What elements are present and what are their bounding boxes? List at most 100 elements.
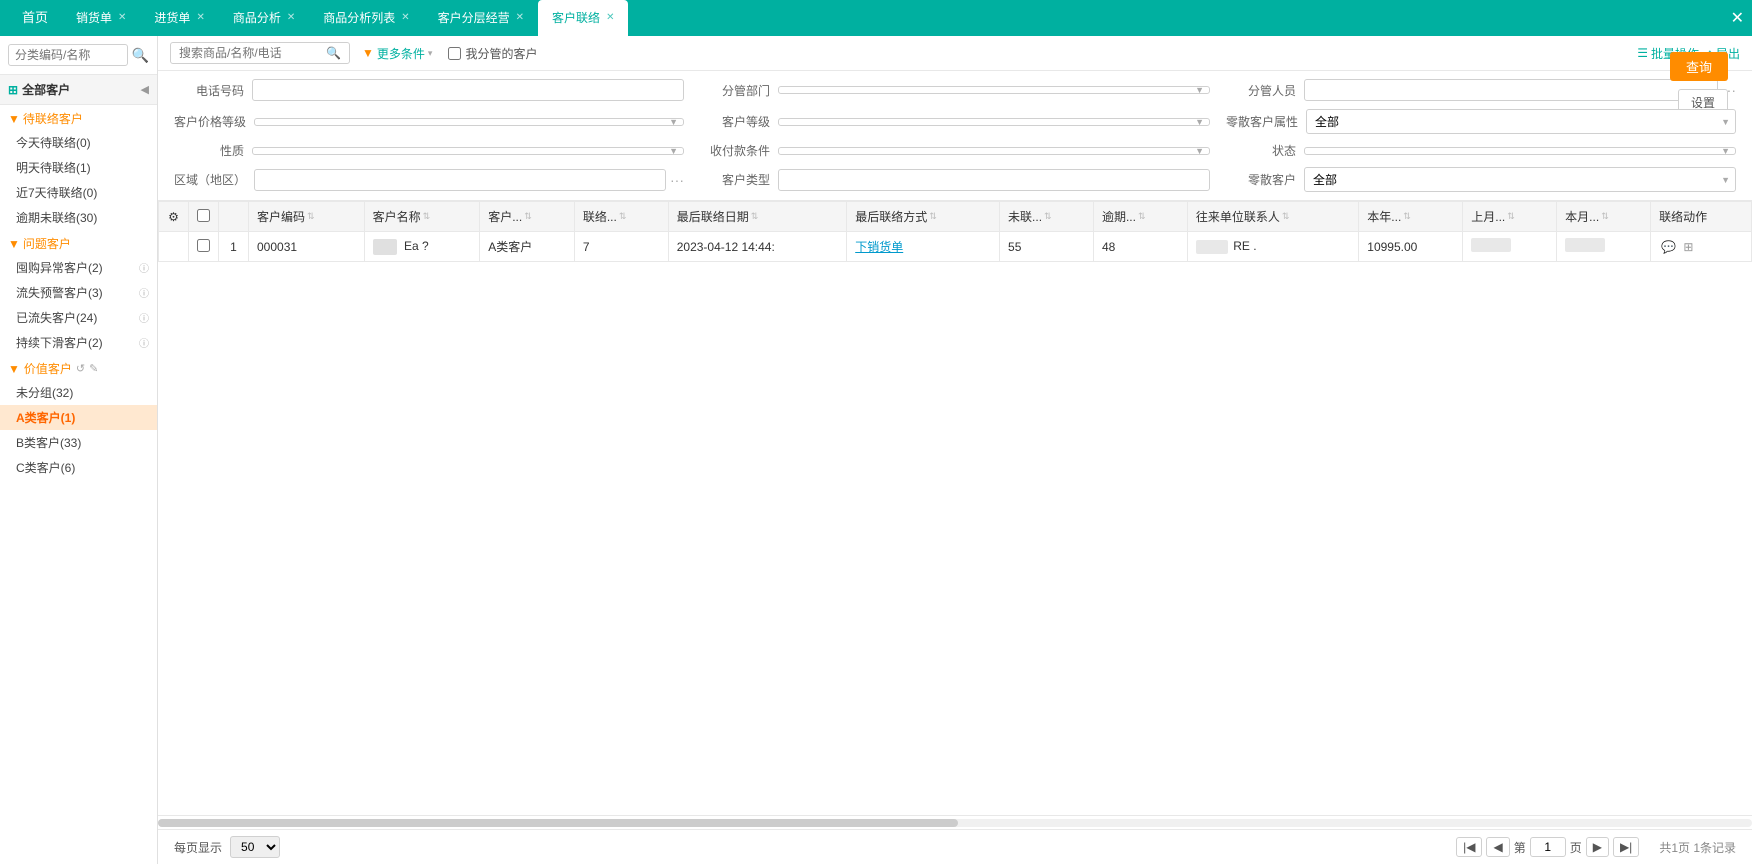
close-icon[interactable]: ✕ bbox=[401, 0, 409, 36]
query-button[interactable]: 查询 bbox=[1670, 52, 1728, 81]
sidebar-item-declining[interactable]: 持续下滑客户(2) ⓘ bbox=[0, 330, 157, 355]
payment-select[interactable] bbox=[778, 147, 1210, 155]
th-last-month[interactable]: 上月...⇅ bbox=[1463, 202, 1557, 232]
nature-label: 性质 bbox=[174, 142, 244, 159]
window-close-button[interactable]: ✕ bbox=[1731, 8, 1744, 28]
th-this-year[interactable]: 本年...⇅ bbox=[1359, 202, 1463, 232]
payment-label: 收付款条件 bbox=[700, 142, 770, 159]
th-this-month[interactable]: 本月...⇅ bbox=[1557, 202, 1651, 232]
sidebar-item-churned[interactable]: 已流失客户(24) ⓘ bbox=[0, 305, 157, 330]
nav-tab-sales[interactable]: 销货单 ✕ bbox=[62, 0, 140, 36]
sidebar-item-today[interactable]: 今天待联络(0) bbox=[0, 130, 157, 155]
status-select[interactable] bbox=[1304, 147, 1736, 155]
sidebar-item-7days[interactable]: 近7天待联络(0) bbox=[0, 180, 157, 205]
sidebar-collapse-icon[interactable]: ◀ bbox=[141, 83, 149, 96]
th-level[interactable]: 客户...⇅ bbox=[480, 202, 575, 232]
close-icon[interactable]: ✕ bbox=[516, 0, 524, 36]
row-gear bbox=[159, 232, 189, 262]
th-check bbox=[189, 202, 219, 232]
filter-bar: 🔍 ▼ 更多条件 ▾ 我分管的客户 ☰ 批量操作 ↑ 导出 bbox=[158, 36, 1752, 71]
th-unit-contact[interactable]: 往来单位联系人⇅ bbox=[1187, 202, 1358, 232]
dept-select-wrapper: ▼ bbox=[778, 86, 1210, 94]
th-gear[interactable]: ⚙ bbox=[159, 202, 189, 232]
retail-attr-select[interactable]: 全部 bbox=[1306, 109, 1736, 134]
close-icon[interactable]: ✕ bbox=[287, 0, 295, 36]
per-page-select[interactable]: 50 100 200 bbox=[230, 836, 280, 858]
dept-label: 分管部门 bbox=[700, 82, 770, 99]
customer-level-select[interactable] bbox=[778, 118, 1210, 126]
nav-tab-customer-contact[interactable]: 客户联络 ✕ bbox=[538, 0, 628, 36]
next-page-button[interactable]: ▶ bbox=[1586, 837, 1609, 857]
table-container: ⚙ 客户编码⇅ 客户名称⇅ 客户...⇅ bbox=[158, 201, 1752, 815]
th-last-method[interactable]: 最后联络方式⇅ bbox=[847, 202, 1000, 232]
sort-icon: ⇅ bbox=[1601, 211, 1609, 222]
sidebar-item-overdue[interactable]: 逾期未联络(30) bbox=[0, 205, 157, 230]
sidebar-search-icon[interactable]: 🔍 bbox=[132, 47, 149, 64]
sort-icon: ⇅ bbox=[1403, 211, 1411, 222]
page-input[interactable] bbox=[1530, 837, 1566, 857]
scrollbar-track bbox=[158, 819, 1752, 827]
sort-icon: ⇅ bbox=[423, 211, 431, 222]
th-name[interactable]: 客户名称⇅ bbox=[364, 202, 480, 232]
nav-tab-customer-ops[interactable]: 客户分层经营 ✕ bbox=[424, 0, 538, 36]
th-no-contact[interactable]: 未联...⇅ bbox=[1000, 202, 1094, 232]
name-avatar bbox=[373, 239, 397, 255]
sidebar-item-b-class[interactable]: B类客户(33) bbox=[0, 430, 157, 455]
sidebar-item-churn-warning[interactable]: 流失预警客户(3) ⓘ bbox=[0, 280, 157, 305]
sidebar-item-a-class[interactable]: A类客户(1) bbox=[0, 405, 157, 430]
price-level-select[interactable] bbox=[254, 118, 684, 126]
my-customers-checkbox[interactable] bbox=[448, 47, 461, 60]
row-checkbox[interactable] bbox=[197, 239, 210, 252]
region-control: ··· bbox=[254, 169, 684, 191]
nav-tab-analysis[interactable]: 商品分析 ✕ bbox=[219, 0, 309, 36]
first-page-button[interactable]: |◀ bbox=[1456, 837, 1482, 857]
all-customers-title: ⊞ 全部客户 bbox=[8, 81, 70, 98]
sidebar-item-c-class[interactable]: C类客户(6) bbox=[0, 455, 157, 480]
close-icon[interactable]: ✕ bbox=[196, 0, 204, 36]
row-this-year: 10995.00 bbox=[1359, 232, 1463, 262]
retail-attr-label: 零散客户属性 bbox=[1226, 113, 1298, 130]
last-page-button[interactable]: ▶| bbox=[1613, 837, 1639, 857]
region-ellipsis-icon[interactable]: ··· bbox=[670, 172, 684, 188]
more-filters-button[interactable]: ▼ 更多条件 ▾ bbox=[362, 45, 432, 62]
refresh-icon[interactable]: ↺ bbox=[76, 362, 85, 375]
customer-type-input[interactable] bbox=[778, 169, 1210, 191]
region-input[interactable] bbox=[254, 169, 666, 191]
prev-page-button[interactable]: ◀ bbox=[1486, 837, 1509, 857]
scrollbar-thumb[interactable] bbox=[158, 819, 958, 827]
th-code[interactable]: 客户编码⇅ bbox=[249, 202, 365, 232]
filter-row-person: 分管人员 ··· 查询 设置 bbox=[1226, 79, 1736, 101]
row-last-method[interactable]: 下销货单 bbox=[847, 232, 1000, 262]
row-no-contact: 55 bbox=[1000, 232, 1094, 262]
all-customers-header: ⊞ 全部客户 ◀ bbox=[0, 75, 157, 105]
th-contact[interactable]: 联络...⇅ bbox=[574, 202, 668, 232]
nav-home[interactable]: 首页 bbox=[8, 0, 62, 36]
search-icon[interactable]: 🔍 bbox=[326, 46, 341, 60]
row-check bbox=[189, 232, 219, 262]
action-chat-icon[interactable]: 💬 bbox=[1661, 240, 1676, 254]
th-overdue[interactable]: 逾期...⇅ bbox=[1093, 202, 1187, 232]
th-last-date[interactable]: 最后联络日期⇅ bbox=[668, 202, 846, 232]
query-btn-col: 查询 设置 bbox=[1670, 52, 1736, 116]
retail-customer-select[interactable]: 全部 bbox=[1304, 167, 1736, 192]
sidebar-item-hoarding[interactable]: 囤购异常客户(2) ⓘ bbox=[0, 255, 157, 280]
search-input[interactable] bbox=[179, 46, 322, 60]
nav-tab-purchase[interactable]: 进货单 ✕ bbox=[140, 0, 218, 36]
nature-select[interactable] bbox=[252, 147, 684, 155]
action-qr-icon[interactable]: ⊞ bbox=[1683, 240, 1693, 254]
person-input[interactable] bbox=[1304, 79, 1718, 101]
edit-icon[interactable]: ✎ bbox=[89, 362, 98, 375]
region-label: 区域（地区） bbox=[174, 171, 246, 188]
sidebar-search-input[interactable] bbox=[8, 44, 128, 66]
sidebar-item-tomorrow[interactable]: 明天待联络(1) bbox=[0, 155, 157, 180]
my-customers-checkbox-area: 我分管的客户 bbox=[448, 45, 537, 62]
sidebar-item-ungrouped[interactable]: 未分组(32) bbox=[0, 380, 157, 405]
close-icon[interactable]: ✕ bbox=[606, 0, 614, 36]
phone-input[interactable] bbox=[252, 79, 684, 101]
horizontal-scrollbar[interactable] bbox=[158, 815, 1752, 829]
nav-tab-analysis-list[interactable]: 商品分析列表 ✕ bbox=[309, 0, 423, 36]
select-all-checkbox[interactable] bbox=[197, 209, 210, 222]
close-icon[interactable]: ✕ bbox=[118, 0, 126, 36]
dept-select[interactable] bbox=[778, 86, 1210, 94]
sidebar: 🔍 ⊞ 全部客户 ◀ ▼ 待联络客户 今天待联络(0) 明天待联络(1) 近7天… bbox=[0, 36, 158, 864]
